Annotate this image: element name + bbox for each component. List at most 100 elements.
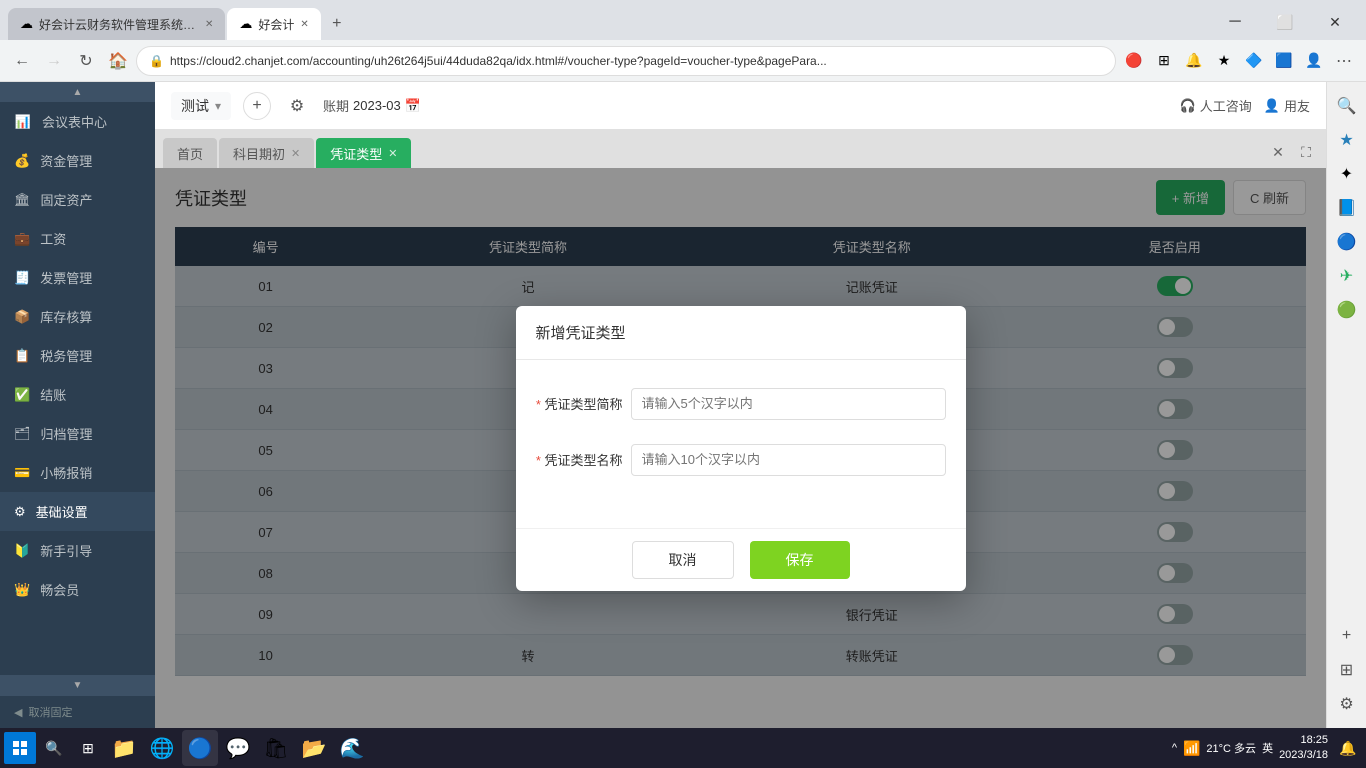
right-outlook-btn[interactable]: 📘 xyxy=(1331,192,1363,224)
taskbar-app-chrome[interactable]: 🌐 xyxy=(144,730,180,766)
sidebar-footer[interactable]: ◀ 取消固定 xyxy=(0,695,155,728)
tab-voucher-type[interactable]: 凭证类型 ✕ xyxy=(316,138,411,168)
dashboard-icon: 📊 xyxy=(14,113,32,131)
sidebar-item-tax[interactable]: 📋 税务管理 xyxy=(0,336,155,375)
sidebar-item-label: 基础设置 xyxy=(36,502,88,521)
new-tab-button[interactable]: + xyxy=(323,10,351,38)
period-label: 账期 xyxy=(323,96,349,115)
cancel-button[interactable]: 取消 xyxy=(632,541,734,579)
right-grid-btn[interactable]: ⊞ xyxy=(1331,654,1363,686)
sidebar-item-finance[interactable]: 💰 资金管理 xyxy=(0,141,155,180)
extension-btn-7[interactable]: 👤 xyxy=(1300,47,1328,75)
extension-btn-5[interactable]: 🔷 xyxy=(1240,47,1268,75)
tab-active[interactable]: ☁ 好会计 ✕ xyxy=(227,8,320,40)
page-content: 凭证类型 + 新增 C 刷新 编号 凭证类型简称 凭证类型名称 是否启用 xyxy=(155,168,1326,728)
taskbar-app-edge2[interactable]: 🌊 xyxy=(334,730,370,766)
more-menu-button[interactable]: ⋯ xyxy=(1330,47,1358,75)
assets-icon: 🏛 xyxy=(14,192,31,208)
tab-minimize-btn[interactable]: ✕ xyxy=(1266,140,1290,164)
full-name-input[interactable] xyxy=(631,444,946,476)
tab-home[interactable]: 首页 xyxy=(163,138,217,168)
right-plugin4-btn[interactable]: 🟢 xyxy=(1331,294,1363,326)
restore-button[interactable]: ⬜ xyxy=(1262,8,1308,36)
extension-btn-1[interactable]: 🔴 xyxy=(1120,47,1148,75)
right-settings-btn[interactable]: ⚙ xyxy=(1331,688,1363,720)
forward-button[interactable]: → xyxy=(40,47,68,75)
right-star-btn[interactable]: ★ xyxy=(1331,124,1363,156)
taskbar-app-files[interactable]: 📂 xyxy=(296,730,332,766)
browser-action-extensions: 🔴 ⊞ 🔔 ★ 🔷 🟦 👤 ⋯ xyxy=(1120,47,1358,75)
tab-inactive[interactable]: ☁ 好会计云财务软件管理系统_会计 ✕ xyxy=(8,8,225,40)
sidebar-item-payroll[interactable]: 💼 工资 xyxy=(0,219,155,258)
add-button[interactable]: + xyxy=(243,92,271,120)
sidebar-scroll-down[interactable]: ▼ xyxy=(0,675,155,695)
extension-btn-6[interactable]: 🟦 xyxy=(1270,47,1298,75)
home-tab-label: 首页 xyxy=(177,144,203,163)
save-button[interactable]: 保存 xyxy=(750,541,850,579)
right-chrome-btn[interactable]: 🔵 xyxy=(1331,226,1363,258)
sidebar-item-guide[interactable]: 🔰 新手引导 xyxy=(0,531,155,570)
taskbar-multitask-btn[interactable]: ⊞ xyxy=(72,732,104,764)
invoice-icon: 🧾 xyxy=(14,270,30,286)
settings-button[interactable]: ⚙ xyxy=(283,92,311,120)
company-selector[interactable]: 测试 ▾ xyxy=(171,92,231,120)
sidebar-item-assets[interactable]: 🏛 固定资产 xyxy=(0,180,155,219)
right-plugin3-btn[interactable]: ✈ xyxy=(1331,260,1363,292)
sidebar-item-archive[interactable]: 🗂 归档管理 xyxy=(0,414,155,453)
taskbar-search-btn[interactable]: 🔍 xyxy=(38,732,70,764)
taskbar-clock[interactable]: 18:25 2023/3/18 xyxy=(1279,733,1328,764)
taskbar-app-store[interactable]: 🛍 xyxy=(258,730,294,766)
home-button[interactable]: 🏠 xyxy=(104,47,132,75)
taskbar-time: 18:25 xyxy=(1279,733,1328,748)
reload-button[interactable]: ↻ xyxy=(72,47,100,75)
app-layout: ▲ 📊 会议表中心 💰 资金管理 🏛 固定资产 💼 工资 🧾 发票管理 xyxy=(0,82,1366,728)
window-controls: ─ ⬜ ✕ xyxy=(1212,8,1358,40)
address-bar[interactable]: 🔒 https://cloud2.chanjet.com/accounting/… xyxy=(136,46,1116,76)
extension-btn-4[interactable]: ★ xyxy=(1210,47,1238,75)
member-icon: 👑 xyxy=(14,582,30,598)
sidebar-item-checkout[interactable]: ✅ 结账 xyxy=(0,375,155,414)
sidebar-item-invoice[interactable]: 🧾 发票管理 xyxy=(0,258,155,297)
tab1-close[interactable]: ✕ xyxy=(205,19,213,30)
right-plugin1-btn[interactable]: ✦ xyxy=(1331,158,1363,190)
start-button[interactable] xyxy=(4,732,36,764)
sidebar-item-expense[interactable]: 💳 小畅报销 xyxy=(0,453,155,492)
short-name-input[interactable] xyxy=(631,388,946,420)
modal-overlay[interactable]: 新增凭证类型 * 凭证类型简称 * 凭证类型名称 xyxy=(155,168,1326,728)
user-icon: 👤 xyxy=(1264,98,1280,114)
sidebar-item-settings[interactable]: ⚙ 基础设置 xyxy=(0,492,155,531)
tab-subject[interactable]: 科目期初 ✕ xyxy=(219,138,314,168)
sidebar-items: 📊 会议表中心 💰 资金管理 🏛 固定资产 💼 工资 🧾 发票管理 📦 xyxy=(0,102,155,675)
address-text: https://cloud2.chanjet.com/accounting/uh… xyxy=(170,54,1103,68)
subject-tab-close[interactable]: ✕ xyxy=(291,147,300,160)
extension-btn-2[interactable]: ⊞ xyxy=(1150,47,1178,75)
sidebar-item-label: 小畅报销 xyxy=(40,463,92,482)
tab2-close[interactable]: ✕ xyxy=(300,19,308,30)
minimize-button[interactable]: ─ xyxy=(1212,8,1258,36)
sidebar-item-inventory[interactable]: 📦 库存核算 xyxy=(0,297,155,336)
close-button[interactable]: ✕ xyxy=(1312,8,1358,36)
calendar-icon[interactable]: 📅 xyxy=(405,98,421,114)
sidebar-scroll-up[interactable]: ▲ xyxy=(0,82,155,102)
sidebar-item-label: 工资 xyxy=(40,229,66,248)
taskbar-app-explorer[interactable]: 📁 xyxy=(106,730,142,766)
taskbar-app-edge[interactable]: 🔵 xyxy=(182,730,218,766)
right-search-btn[interactable]: 🔍 xyxy=(1331,90,1363,122)
taskbar-notification-btn[interactable]: 🔔 xyxy=(1334,734,1362,762)
user-area[interactable]: 👤 用友 xyxy=(1264,96,1310,115)
sidebar-item-member[interactable]: 👑 畅会员 xyxy=(0,570,155,609)
voucher-tab-close[interactable]: ✕ xyxy=(388,147,397,160)
sidebar-item-dashboard[interactable]: 📊 会议表中心 xyxy=(0,102,155,141)
taskbar-lang-btn[interactable]: 英 xyxy=(1262,740,1273,756)
short-name-label: * 凭证类型简称 xyxy=(536,394,631,413)
tab-maximize-btn[interactable]: ⛶ xyxy=(1294,140,1318,164)
tab2-title: 好会计 xyxy=(258,16,294,33)
extension-btn-3[interactable]: 🔔 xyxy=(1180,47,1208,75)
back-button[interactable]: ← xyxy=(8,47,36,75)
ai-consult-button[interactable]: 🎧 人工咨询 xyxy=(1180,96,1252,115)
taskbar-arrow-btn[interactable]: ^ xyxy=(1172,742,1177,754)
taskbar-app-wechat[interactable]: 💬 xyxy=(220,730,256,766)
windows-icon xyxy=(13,741,27,755)
main-area: 测试 ▾ + ⚙ 账期 2023-03 📅 🎧 人工咨询 👤 用友 xyxy=(155,82,1326,728)
right-add-btn[interactable]: + xyxy=(1331,620,1363,652)
